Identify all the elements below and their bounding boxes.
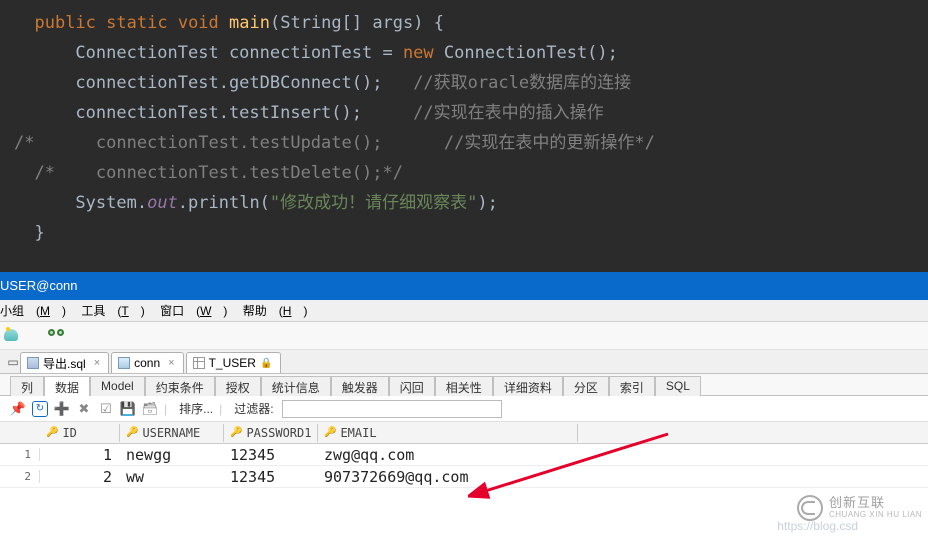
subtab-constraints[interactable]: 约束条件 (145, 376, 215, 396)
cell-username[interactable]: ww (120, 467, 224, 487)
sql-file-icon (27, 357, 39, 369)
code-editor[interactable]: public static void main(String[] args) {… (0, 0, 928, 272)
main-toolbar (0, 322, 928, 350)
insert-row-icon[interactable]: ➕ (54, 401, 70, 417)
cell-password[interactable]: 12345 (224, 445, 318, 465)
data-grid[interactable]: 🔑ID 🔑USERNAME 🔑PASSWORD1 🔑EMAIL 1 1 newg… (0, 422, 928, 488)
table-subtabs: 列 数据 Model 约束条件 授权 统计信息 触发器 闪回 相关性 详细资料 … (0, 374, 928, 396)
menu-bar: 小组(M) 工具(T) 窗口(W) 帮助(H) (0, 300, 928, 322)
tab-label: T_USER (209, 356, 256, 370)
close-icon[interactable]: × (94, 357, 100, 369)
db-icon[interactable] (4, 329, 20, 343)
watermark-cn: 创新互联 (829, 496, 922, 510)
cell-email[interactable]: zwg@qq.com (318, 445, 578, 465)
code-line: ConnectionTest connectionTest = new Conn… (14, 38, 928, 68)
tab-t-user[interactable]: T_USER 🔒 (186, 352, 282, 373)
code-line: connectionTest.testInsert(); //实现在表中的插入操… (14, 98, 928, 128)
tab-label: conn (134, 356, 160, 370)
goggles-icon[interactable] (48, 329, 64, 343)
grid-toolbar: 📌 ↻ ➕ ✖ ☑ 💾 🗃 | 排序... | 过滤器: (0, 396, 928, 422)
code-line: /* connectionTest.testDelete();*/ (14, 158, 928, 188)
col-password[interactable]: 🔑PASSWORD1 (224, 424, 318, 442)
code-line: /* connectionTest.testUpdate(); //实现在表中的… (14, 128, 928, 158)
window-title-bar: USER@conn (0, 272, 928, 300)
subtab-indexes[interactable]: 索引 (609, 376, 655, 396)
subtab-dependencies[interactable]: 相关性 (435, 376, 493, 396)
tab-conn[interactable]: conn × (111, 352, 183, 373)
grid-header-row: 🔑ID 🔑USERNAME 🔑PASSWORD1 🔑EMAIL (0, 422, 928, 444)
row-number: 2 (0, 470, 40, 483)
table-icon (193, 357, 205, 369)
key-icon: 🔑 (126, 427, 138, 438)
sort-button[interactable]: 排序... (179, 400, 213, 417)
cell-username[interactable]: newgg (120, 445, 224, 465)
subtab-stats[interactable]: 统计信息 (261, 376, 331, 396)
tab-export-sql[interactable]: 导出.sql × (20, 352, 109, 373)
menu-group[interactable]: 小组(M) (0, 304, 66, 318)
refresh-icon[interactable]: ↻ (32, 401, 48, 417)
table-row[interactable]: 2 2 ww 12345 907372669@qq.com (0, 466, 928, 488)
menu-help[interactable]: 帮助(H) (243, 304, 308, 318)
key-icon: 🔑 (230, 427, 242, 438)
pin-icon[interactable]: 📌 (10, 401, 26, 417)
lock-icon: 🔒 (260, 358, 272, 369)
delete-row-icon[interactable]: ✖ (76, 401, 92, 417)
code-line: connectionTest.getDBConnect(); //获取oracl… (14, 68, 928, 98)
watermark: 创新互联 CHUANG XIN HU LIAN (797, 495, 922, 521)
menu-window[interactable]: 窗口(W) (160, 304, 227, 318)
tab-label: 导出.sql (43, 355, 86, 372)
key-icon: 🔑 (46, 427, 58, 438)
filter-label: 过滤器: (234, 400, 273, 417)
close-icon[interactable]: × (168, 357, 174, 369)
cell-id[interactable]: 1 (40, 445, 120, 465)
save-icon[interactable]: 💾 (120, 401, 136, 417)
blog-url-text: https://blog.csd (777, 519, 858, 533)
key-icon: 🔑 (324, 427, 336, 438)
subtab-flashback[interactable]: 闪回 (389, 376, 435, 396)
filter-input[interactable] (282, 400, 502, 418)
menu-tools[interactable]: 工具(T) (81, 304, 144, 318)
connection-icon (118, 357, 130, 369)
cell-id[interactable]: 2 (40, 467, 120, 487)
subtab-columns[interactable]: 列 (10, 376, 44, 396)
code-line: public static void main(String[] args) { (14, 8, 928, 38)
rollback-icon[interactable]: 🗃 (142, 401, 158, 417)
col-email[interactable]: 🔑EMAIL (318, 424, 578, 442)
col-id[interactable]: 🔑ID (40, 424, 120, 442)
table-row[interactable]: 1 1 newgg 12345 zwg@qq.com (0, 444, 928, 466)
subtab-data[interactable]: 数据 (44, 376, 90, 396)
subtab-grants[interactable]: 授权 (215, 376, 261, 396)
subtab-triggers[interactable]: 触发器 (331, 376, 389, 396)
commit-icon[interactable]: ☑ (98, 401, 114, 417)
collapse-icon[interactable]: ▭ (6, 355, 20, 369)
row-number: 1 (0, 448, 40, 461)
code-line: } (14, 218, 928, 248)
cell-password[interactable]: 12345 (224, 467, 318, 487)
watermark-logo-icon (797, 495, 823, 521)
code-line: System.out.println("修改成功！请仔细观察表"); (14, 188, 928, 218)
col-username[interactable]: 🔑USERNAME (120, 424, 224, 442)
subtab-partitions[interactable]: 分区 (563, 376, 609, 396)
document-tabs: ▭ 导出.sql × conn × T_USER 🔒 (0, 350, 928, 374)
subtab-model[interactable]: Model (90, 376, 145, 396)
cell-email[interactable]: 907372669@qq.com (318, 467, 578, 487)
subtab-sql[interactable]: SQL (655, 376, 701, 396)
subtab-details[interactable]: 详细资料 (493, 376, 563, 396)
